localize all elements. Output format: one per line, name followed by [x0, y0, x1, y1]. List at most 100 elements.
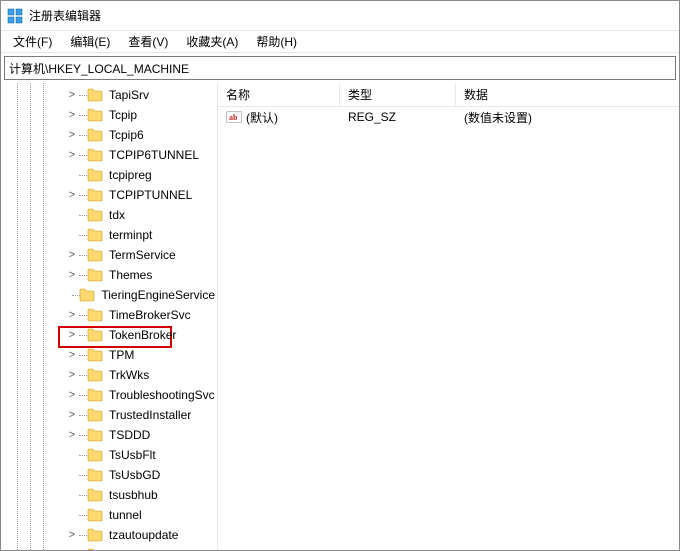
tree-item[interactable]: > TSDDD: [5, 425, 217, 445]
menubar: 文件(F) 编辑(E) 查看(V) 收藏夹(A) 帮助(H): [1, 31, 679, 53]
tree-item[interactable]: > Tcpip6: [5, 125, 217, 145]
list-header: 名称 类型 数据: [218, 83, 679, 107]
tree-item[interactable]: >tdx: [5, 205, 217, 225]
value-type: REG_SZ: [340, 110, 456, 124]
tree-item[interactable]: >tsusbhub: [5, 485, 217, 505]
tree-item[interactable]: >TrkWks: [5, 365, 217, 385]
folder-icon: [87, 247, 103, 263]
chevron-right-icon[interactable]: >: [65, 549, 79, 550]
tree-item-label: TroubleshootingSvc: [107, 387, 217, 403]
tree-item[interactable]: > TapiSrv: [5, 85, 217, 105]
tree-pane[interactable]: >TapiSrv>Tcpip>Tcpip6>TCPIP6TUNNEL>tcpip…: [1, 83, 218, 550]
folder-icon: [87, 327, 103, 343]
tree-item[interactable]: >tzautoupdate: [5, 525, 217, 545]
chevron-right-icon[interactable]: >: [65, 89, 79, 101]
titlebar: 注册表编辑器: [1, 1, 679, 31]
folder-icon: [87, 367, 103, 383]
tree-item-label: Tcpip6: [107, 127, 146, 143]
svg-text:ab: ab: [229, 113, 238, 122]
tree-item-label: tsusbhub: [107, 487, 160, 503]
tree-item[interactable]: >TieringEngineService: [5, 285, 217, 305]
folder-icon: [87, 107, 103, 123]
tree-item-label: TsUsbFlt: [107, 447, 158, 463]
tree-item-label: tcpipreg: [107, 167, 154, 183]
regedit-app-icon: [7, 8, 23, 24]
address-path: 计算机\HKEY_LOCAL_MACHINE: [9, 60, 189, 77]
tree-item[interactable]: >terminpt: [5, 225, 217, 245]
menu-favorites[interactable]: 收藏夹(A): [178, 31, 246, 52]
menu-help[interactable]: 帮助(H): [248, 31, 305, 52]
tree-item[interactable]: > TCPIPTUNNEL: [5, 185, 217, 205]
tree-item[interactable]: >TsUsbGD: [5, 465, 217, 485]
tree-item[interactable]: > Themes: [5, 265, 217, 285]
folder-icon: [87, 167, 103, 183]
menu-view[interactable]: 查看(V): [120, 31, 176, 52]
window-title: 注册表编辑器: [29, 7, 101, 24]
folder-icon: [87, 527, 103, 543]
tree-item[interactable]: > TCPIP6TUNNEL: [5, 145, 217, 165]
chevron-right-icon[interactable]: >: [65, 529, 79, 541]
workspace: >TapiSrv>Tcpip>Tcpip6>TCPIP6TUNNEL>tcpip…: [1, 83, 679, 550]
chevron-right-icon[interactable]: >: [65, 409, 79, 421]
tree-item-label: TsUsbGD: [107, 467, 162, 483]
tree-item-label: TCPIPTUNNEL: [107, 187, 194, 203]
folder-icon: [87, 507, 103, 523]
tree-item-label: TapiSrv: [107, 87, 151, 103]
chevron-right-icon[interactable]: >: [65, 329, 79, 341]
value-name: (默认): [246, 109, 278, 126]
tree-item-label: Themes: [107, 267, 154, 283]
folder-icon: [87, 447, 103, 463]
column-header-data[interactable]: 数据: [456, 83, 679, 106]
folder-icon: [87, 127, 103, 143]
tree-item-label: TPM: [107, 347, 136, 363]
chevron-right-icon[interactable]: >: [65, 429, 79, 441]
tree-item-label: tdx: [107, 207, 127, 223]
chevron-right-icon[interactable]: >: [65, 349, 79, 361]
folder-icon: [87, 87, 103, 103]
tree-item-label: TermService: [107, 247, 178, 263]
chevron-right-icon[interactable]: >: [65, 149, 79, 161]
chevron-right-icon[interactable]: >: [65, 249, 79, 261]
tree-item[interactable]: > TokenBroker: [5, 325, 217, 345]
tree-item-label: tunnel: [107, 507, 144, 523]
folder-icon: [87, 487, 103, 503]
folder-icon: [87, 227, 103, 243]
chevron-right-icon[interactable]: >: [65, 109, 79, 121]
tree-item[interactable]: > UASPStor: [5, 545, 217, 550]
tree-item-label: Tcpip: [107, 107, 139, 123]
list-row[interactable]: ab (默认) REG_SZ(数值未设置): [218, 107, 679, 127]
address-bar[interactable]: 计算机\HKEY_LOCAL_MACHINE: [4, 56, 676, 80]
folder-icon: [87, 207, 103, 223]
tree-item[interactable]: > TPM: [5, 345, 217, 365]
column-header-type[interactable]: 类型: [340, 83, 456, 106]
tree-item[interactable]: > TimeBrokerSvc: [5, 305, 217, 325]
folder-icon: [87, 307, 103, 323]
tree-item-label: UASPStor: [107, 547, 166, 550]
tree-item[interactable]: > TrustedInstaller: [5, 405, 217, 425]
tree-item[interactable]: > Tcpip: [5, 105, 217, 125]
folder-icon: [87, 267, 103, 283]
chevron-right-icon[interactable]: >: [65, 309, 79, 321]
tree-item-label: TokenBroker: [107, 327, 178, 343]
chevron-right-icon[interactable]: >: [65, 389, 79, 401]
list-pane[interactable]: 名称 类型 数据 ab (默认) REG_SZ(数值未设置): [218, 83, 679, 550]
tree-item[interactable]: > TermService: [5, 245, 217, 265]
column-header-name[interactable]: 名称: [218, 83, 340, 106]
menu-edit[interactable]: 编辑(E): [62, 31, 118, 52]
tree-item[interactable]: >tunnel: [5, 505, 217, 525]
tree-item[interactable]: >TsUsbFlt: [5, 445, 217, 465]
tree-item-label: TrustedInstaller: [107, 407, 193, 423]
tree-item-label: TSDDD: [107, 427, 152, 443]
tree-item-label: TimeBrokerSvc: [107, 307, 193, 323]
tree-item[interactable]: >tcpipreg: [5, 165, 217, 185]
folder-icon: [87, 467, 103, 483]
chevron-right-icon[interactable]: >: [65, 269, 79, 281]
folder-icon: [79, 287, 95, 303]
menu-file[interactable]: 文件(F): [5, 31, 60, 52]
tree-item-label: TCPIP6TUNNEL: [107, 147, 201, 163]
chevron-right-icon[interactable]: >: [65, 129, 79, 141]
chevron-right-icon[interactable]: >: [65, 369, 79, 381]
chevron-right-icon[interactable]: >: [65, 189, 79, 201]
value-data: (数值未设置): [456, 109, 679, 126]
tree-item[interactable]: > TroubleshootingSvc: [5, 385, 217, 405]
